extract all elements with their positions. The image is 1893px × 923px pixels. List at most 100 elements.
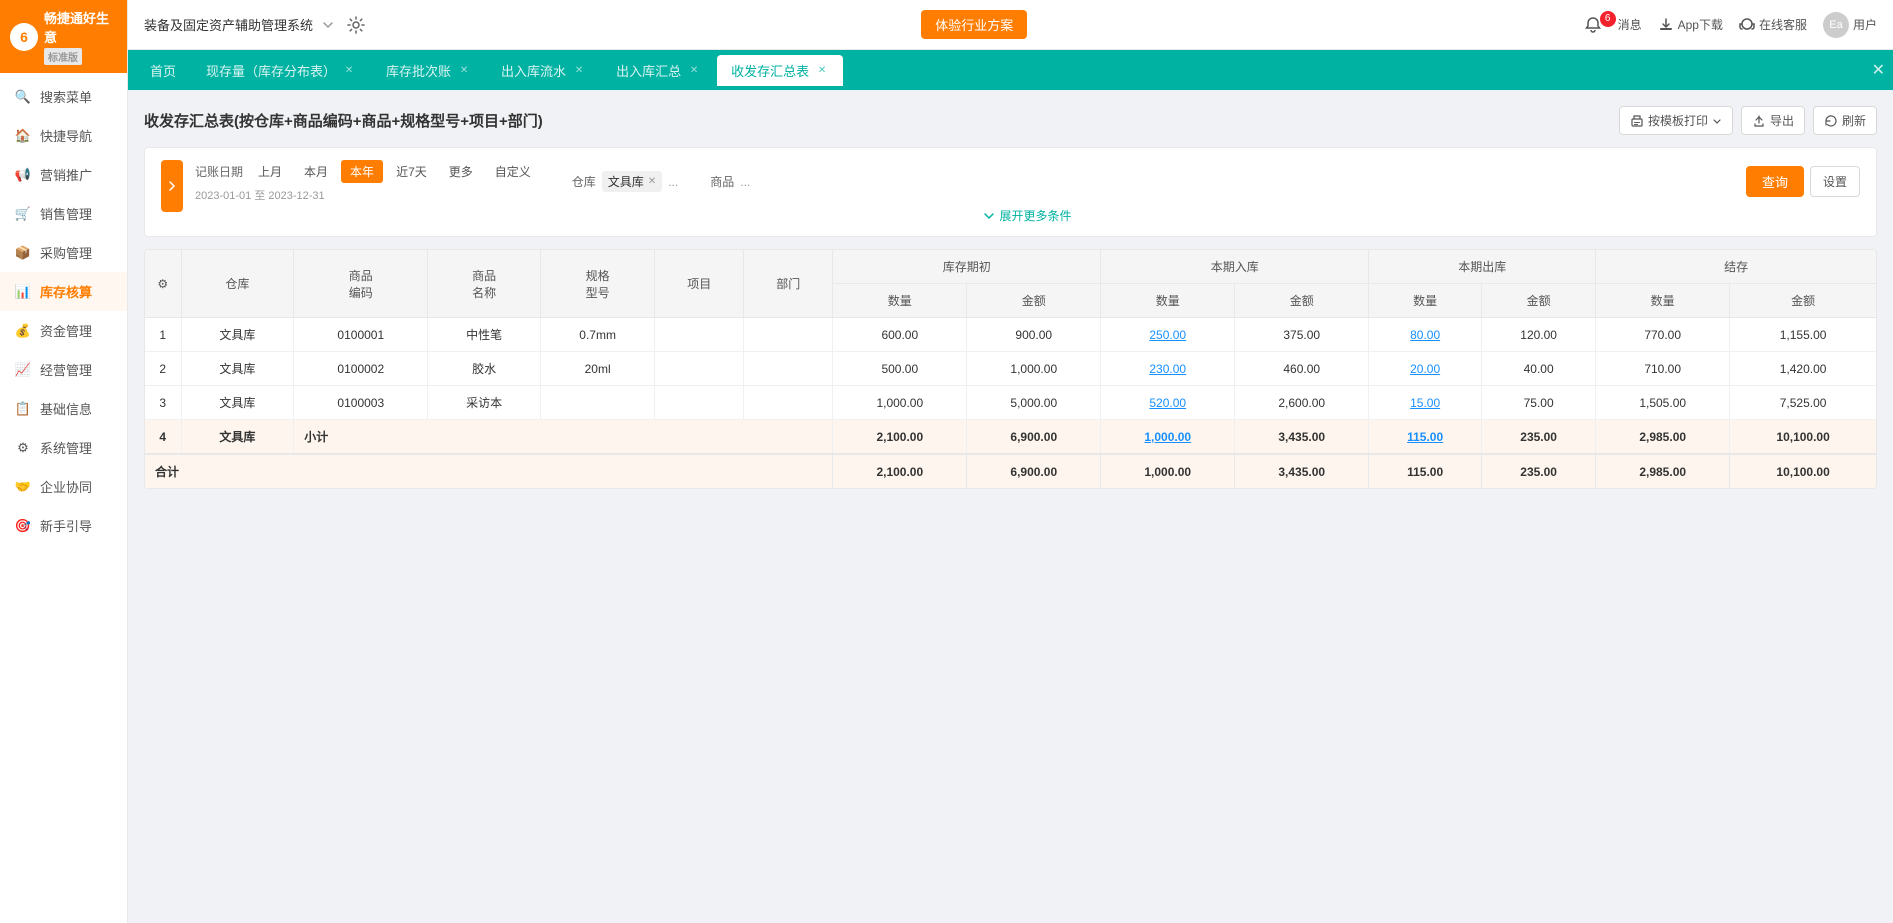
date-range: 2023-01-01 至 2023-12-31 <box>195 187 325 203</box>
row-goods-spec: 0.7mm <box>541 318 655 352</box>
total-open-qty: 2,100.00 <box>833 454 967 488</box>
row-no: 3 <box>145 386 181 420</box>
filter-expand-btn[interactable] <box>161 160 183 212</box>
subtotal-open-amt: 6,900.00 <box>967 420 1101 455</box>
row-no: 2 <box>145 352 181 386</box>
row-in-amt: 460.00 <box>1235 352 1369 386</box>
user-btn[interactable]: Ea 用户 <box>1823 12 1877 38</box>
online-service-btn[interactable]: 在线客服 <box>1739 16 1807 33</box>
row-in-qty[interactable]: 230.00 <box>1101 352 1235 386</box>
tab-home[interactable]: 首页 <box>136 55 190 86</box>
page-header: 收发存汇总表(按仓库+商品编码+商品+规格型号+项目+部门) 按模板打印 <box>144 106 1877 135</box>
col-goods-name-header: 商品名称 <box>428 250 541 318</box>
date-7days[interactable]: 近7天 <box>387 160 436 183</box>
col-dept-header: 部门 <box>744 250 833 318</box>
app-name: 畅捷通好生意 <box>44 8 117 46</box>
settings-icon[interactable] <box>347 16 365 34</box>
try-industry-btn[interactable]: 体验行业方案 <box>921 10 1027 39</box>
print-btn[interactable]: 按模板打印 <box>1619 106 1733 135</box>
row-in-qty[interactable]: 520.00 <box>1101 386 1235 420</box>
total-label: 合计 <box>145 454 833 488</box>
warehouse-more-btn[interactable]: ... <box>668 175 678 189</box>
row-open-amt: 1,000.00 <box>967 352 1101 386</box>
dropdown-arrow-icon[interactable] <box>321 18 335 32</box>
row-out-qty[interactable]: 80.00 <box>1369 318 1482 352</box>
filter-bar: 记账日期 上月 本月 本年 近7天 更多 自定义 2023 <box>144 147 1877 237</box>
tab-batch-ledger[interactable]: 库存批次账 ✕ <box>372 55 485 86</box>
sidebar-item-guide[interactable]: 🎯 新手引导 <box>0 506 127 545</box>
tab-in-out-summary[interactable]: 出入库汇总 ✕ <box>602 55 715 86</box>
subtotal-bal-qty: 2,985.00 <box>1596 420 1730 455</box>
subtotal-out-qty: 115.00 <box>1369 420 1482 455</box>
col-goods-code-header: 商品编码 <box>294 250 428 318</box>
row-out-amt: 75.00 <box>1482 386 1596 420</box>
sidebar-item-purchase[interactable]: 📦 采购管理 <box>0 233 127 272</box>
sidebar-logo[interactable]: 6 畅捷通好生意 标准版 <box>0 0 127 73</box>
warehouse-tag-close[interactable]: ✕ <box>648 176 656 187</box>
sidebar-item-sales[interactable]: 🛒 销售管理 <box>0 194 127 233</box>
date-this-year[interactable]: 本年 <box>341 160 383 183</box>
query-btn[interactable]: 查询 <box>1746 166 1804 197</box>
box-icon: 📦 <box>14 244 32 262</box>
sidebar-item-operations[interactable]: 📈 经营管理 <box>0 350 127 389</box>
avatar: Ea <box>1823 12 1849 38</box>
export-btn[interactable]: 导出 <box>1741 106 1805 135</box>
tab-receive-summary[interactable]: 收发存汇总表 ✕ <box>717 55 843 86</box>
date-shortcuts: 上月 本月 本年 近7天 更多 自定义 <box>249 160 540 183</box>
table-row: 1 文具库 0100001 中性笔 0.7mm 600.00 900.00 25… <box>145 318 1876 352</box>
col-out-amt-header: 金额 <box>1482 284 1596 318</box>
list-icon: 📋 <box>14 400 32 418</box>
row-goods-code: 0100002 <box>294 352 428 386</box>
sidebar-item-marketing[interactable]: 📢 营销推广 <box>0 155 127 194</box>
col-period-in-header: 本期入库 <box>1101 250 1369 284</box>
topbar: 装备及固定资产辅助管理系统 体验行业方案 6 消息 <box>128 0 1893 50</box>
refresh-btn[interactable]: 刷新 <box>1813 106 1877 135</box>
col-in-qty-header: 数量 <box>1101 284 1235 318</box>
sidebar-item-system[interactable]: ⚙ 系统管理 <box>0 428 127 467</box>
settings-gear[interactable]: ⚙ <box>157 277 168 291</box>
row-bal-amt: 7,525.00 <box>1730 386 1876 420</box>
row-goods-name: 胶水 <box>428 352 541 386</box>
filter-settings-btn[interactable]: 设置 <box>1810 166 1860 197</box>
tab-close-in-out-flow[interactable]: ✕ <box>572 63 586 77</box>
tab-bar-close-btn[interactable]: ✕ <box>1872 60 1885 80</box>
message-btn[interactable]: 6 消息 <box>1584 16 1642 34</box>
table-row: 2 文具库 0100002 胶水 20ml 500.00 1,000.00 23… <box>145 352 1876 386</box>
row-in-qty[interactable]: 250.00 <box>1101 318 1235 352</box>
date-more[interactable]: 更多 <box>440 160 482 183</box>
row-no: 1 <box>145 318 181 352</box>
sidebar-item-inventory[interactable]: 📊 库存核算 <box>0 272 127 311</box>
tab-bar: 首页 现存量（库存分布表） ✕ 库存批次账 ✕ 出入库流水 ✕ 出入库汇总 ✕ … <box>128 50 1893 90</box>
sidebar-item-finance[interactable]: 💰 资金管理 <box>0 311 127 350</box>
app-download-btn[interactable]: App下载 <box>1658 16 1723 33</box>
tab-close-receive-summary[interactable]: ✕ <box>815 63 829 77</box>
col-in-amt-header: 金额 <box>1235 284 1369 318</box>
col-goods-spec-header: 规格型号 <box>541 250 655 318</box>
expand-more-btn[interactable]: 展开更多条件 <box>195 207 1860 224</box>
date-this-month[interactable]: 本月 <box>295 160 337 183</box>
row-out-qty[interactable]: 20.00 <box>1369 352 1482 386</box>
row-bal-qty: 710.00 <box>1596 352 1730 386</box>
tab-close-inventory-dist[interactable]: ✕ <box>342 63 356 77</box>
subtotal-warehouse: 文具库 <box>181 420 294 455</box>
date-custom[interactable]: 自定义 <box>486 160 540 183</box>
tab-close-batch-ledger[interactable]: ✕ <box>457 63 471 77</box>
table-row: 3 文具库 0100003 采访本 1,000.00 5,000.00 520.… <box>145 386 1876 420</box>
tab-inventory-dist[interactable]: 现存量（库存分布表） ✕ <box>192 55 370 86</box>
row-open-amt: 5,000.00 <box>967 386 1101 420</box>
row-project <box>655 386 744 420</box>
tab-close-in-out-summary[interactable]: ✕ <box>687 63 701 77</box>
row-out-qty[interactable]: 15.00 <box>1369 386 1482 420</box>
sidebar-item-collab[interactable]: 🤝 企业协同 <box>0 467 127 506</box>
col-settings-header[interactable]: ⚙ <box>145 250 181 318</box>
date-last-month[interactable]: 上月 <box>249 160 291 183</box>
subtotal-open-qty: 2,100.00 <box>833 420 967 455</box>
logo-icon: 6 <box>10 23 38 51</box>
goods-more-btn[interactable]: ... <box>740 175 750 189</box>
sidebar-item-quick-nav[interactable]: 🏠 快捷导航 <box>0 116 127 155</box>
col-project-header: 项目 <box>655 250 744 318</box>
tab-in-out-flow[interactable]: 出入库流水 ✕ <box>487 55 600 86</box>
sidebar-item-search[interactable]: 🔍 搜索菜单 <box>0 77 127 116</box>
sidebar-item-base-info[interactable]: 📋 基础信息 <box>0 389 127 428</box>
table-container: ⚙ 仓库 商品编码 商品名称 规格型号 项目 部门 库存期初 本期入库 本期出库… <box>144 249 1877 489</box>
